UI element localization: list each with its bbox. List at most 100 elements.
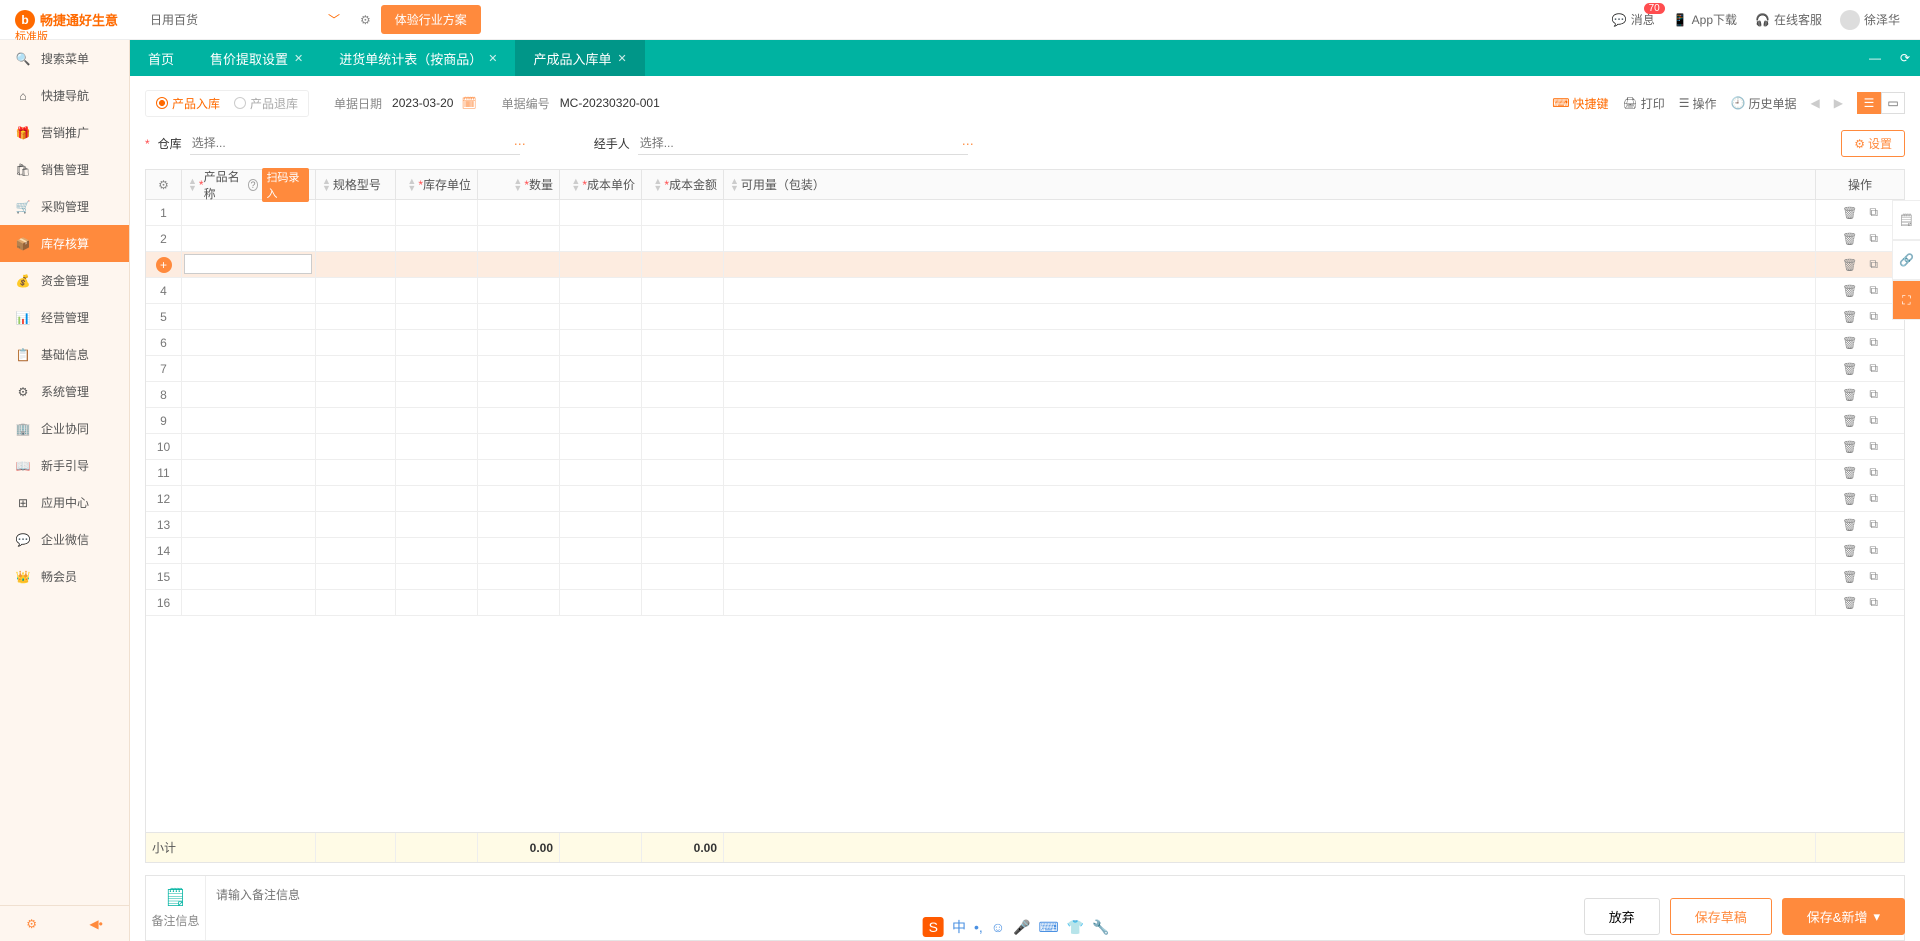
table-row[interactable]: 11 🗑 ⧉ — [146, 460, 1904, 486]
sidebar-item-4[interactable]: 🛒采购管理 — [0, 188, 129, 225]
calendar-icon[interactable]: 🗓 — [461, 96, 476, 110]
table-row[interactable]: 7 🗑 ⧉ — [146, 356, 1904, 382]
col-unit[interactable]: ▲▼ *库存单位 — [396, 170, 478, 199]
col-price[interactable]: ▲▼ *成本单价 — [560, 170, 642, 199]
sidebar-item-2[interactable]: 🎁营销推广 — [0, 114, 129, 151]
sidebar-item-5[interactable]: 📦库存核算 — [0, 225, 129, 262]
save-draft-button[interactable]: 保存草稿 — [1670, 898, 1772, 935]
copy-row-icon[interactable]: ⧉ — [1869, 439, 1878, 454]
sidebar-item-14[interactable]: 👑畅会员 — [0, 558, 129, 595]
help-icon[interactable]: ? — [248, 179, 259, 191]
history-button[interactable]: 🕘 历史单据 — [1731, 95, 1797, 112]
col-available[interactable]: ▲▼ 可用量（包装） — [724, 170, 1816, 199]
collapse-icon[interactable]: ◀• — [89, 917, 102, 931]
copy-row-icon[interactable]: ⧉ — [1869, 205, 1878, 220]
discard-button[interactable]: 放弃 — [1584, 898, 1660, 935]
table-row[interactable]: 6 🗑 ⧉ — [146, 330, 1904, 356]
save-new-button[interactable]: 保存&新增 ▾ — [1782, 898, 1905, 935]
float-expand-icon[interactable]: ⛶ — [1892, 280, 1920, 320]
tab-1[interactable]: 售价提取设置✕ — [192, 40, 321, 76]
delete-row-icon[interactable]: 🗑 — [1842, 362, 1857, 376]
delete-row-icon[interactable]: 🗑 — [1842, 310, 1857, 324]
sidebar-item-8[interactable]: 📋基础信息 — [0, 336, 129, 373]
sidebar-item-6[interactable]: 💰资金管理 — [0, 262, 129, 299]
delete-row-icon[interactable]: 🗑 — [1842, 388, 1857, 402]
table-row[interactable]: 16 🗑 ⧉ — [146, 590, 1904, 616]
table-row[interactable]: 10 🗑 ⧉ — [146, 434, 1904, 460]
close-icon[interactable]: ✕ — [618, 52, 627, 65]
table-row[interactable]: + 🗑 ⧉ — [146, 252, 1904, 278]
next-doc-button[interactable]: ▶ — [1834, 96, 1843, 110]
operate-button[interactable]: ☰ 操作 — [1679, 95, 1717, 112]
copy-row-icon[interactable]: ⧉ — [1869, 231, 1878, 246]
sidebar-item-9[interactable]: ⚙系统管理 — [0, 373, 129, 410]
tab-refresh-button[interactable]: ⟳ — [1890, 51, 1920, 65]
copy-row-icon[interactable]: ⧉ — [1869, 309, 1878, 324]
print-button[interactable]: 🖨 打印 — [1623, 95, 1665, 112]
tab-2[interactable]: 进货单统计表（按商品）✕ — [321, 40, 515, 76]
delete-row-icon[interactable]: 🗑 — [1842, 206, 1857, 220]
copy-row-icon[interactable]: ⧉ — [1869, 361, 1878, 376]
sidebar-item-12[interactable]: ⊞应用中心 — [0, 484, 129, 521]
radio-product-in[interactable]: 产品入库 — [156, 95, 220, 112]
copy-row-icon[interactable]: ⧉ — [1869, 517, 1878, 532]
copy-row-icon[interactable]: ⧉ — [1869, 465, 1878, 480]
delete-row-icon[interactable]: 🗑 — [1842, 570, 1857, 584]
warehouse-select[interactable] — [190, 132, 520, 155]
sidebar-item-7[interactable]: 📊经营管理 — [0, 299, 129, 336]
delete-row-icon[interactable]: 🗑 — [1842, 466, 1857, 480]
delete-row-icon[interactable]: 🗑 — [1842, 284, 1857, 298]
radio-product-return[interactable]: 产品退库 — [234, 95, 298, 112]
delete-row-icon[interactable]: 🗑 — [1842, 336, 1857, 350]
sidebar-item-3[interactable]: 🛍销售管理 — [0, 151, 129, 188]
delete-row-icon[interactable]: 🗑 — [1842, 232, 1857, 246]
gear-icon[interactable]: ⚙ — [360, 13, 371, 27]
sidebar-item-11[interactable]: 📖新手引导 — [0, 447, 129, 484]
add-row-icon[interactable]: + — [156, 257, 172, 273]
settings-icon[interactable]: ⚙ — [26, 917, 37, 931]
table-row[interactable]: 13 🗑 ⧉ — [146, 512, 1904, 538]
online-service-button[interactable]: 🎧 在线客服 — [1755, 11, 1822, 28]
column-setting-button[interactable]: ⚙ 设置 — [1841, 130, 1905, 157]
handler-more-icon[interactable]: ⋯ — [962, 137, 974, 151]
try-industry-button[interactable]: 体验行业方案 — [381, 5, 481, 34]
copy-row-icon[interactable]: ⧉ — [1869, 413, 1878, 428]
col-model[interactable]: ▲▼ 规格型号 — [316, 170, 396, 199]
copy-row-icon[interactable]: ⧉ — [1869, 335, 1878, 350]
prev-doc-button[interactable]: ◀ — [1811, 96, 1820, 110]
view-list-button[interactable]: ☰ — [1857, 92, 1881, 114]
copy-row-icon[interactable]: ⧉ — [1869, 569, 1878, 584]
product-name-input[interactable] — [184, 254, 312, 274]
close-icon[interactable]: ✕ — [488, 52, 497, 65]
tab-3[interactable]: 产成品入库单✕ — [515, 40, 644, 76]
messages-button[interactable]: 💬 消息 70 — [1612, 11, 1655, 28]
copy-row-icon[interactable]: ⧉ — [1869, 491, 1878, 506]
delete-row-icon[interactable]: 🗑 — [1842, 596, 1857, 610]
app-download-button[interactable]: 📱 App下载 — [1673, 11, 1737, 28]
table-row[interactable]: 2 🗑 ⧉ — [146, 226, 1904, 252]
handler-select[interactable] — [638, 132, 968, 155]
delete-row-icon[interactable]: 🗑 — [1842, 414, 1857, 428]
delete-row-icon[interactable]: 🗑 — [1842, 518, 1857, 532]
delete-row-icon[interactable]: 🗑 — [1842, 440, 1857, 454]
doc-date-value[interactable]: 2023-03-20 — [392, 96, 453, 110]
table-row[interactable]: 15 🗑 ⧉ — [146, 564, 1904, 590]
delete-row-icon[interactable]: 🗑 — [1842, 492, 1857, 506]
header-gear-icon[interactable]: ⚙ — [146, 170, 182, 199]
sidebar-item-0[interactable]: 🔍搜索菜单 — [0, 40, 129, 77]
close-icon[interactable]: ✕ — [294, 52, 303, 65]
table-row[interactable]: 4 🗑 ⧉ — [146, 278, 1904, 304]
float-note-icon[interactable]: 🗒 — [1892, 200, 1920, 240]
copy-row-icon[interactable]: ⧉ — [1869, 543, 1878, 558]
delete-row-icon[interactable]: 🗑 — [1842, 258, 1857, 272]
table-row[interactable]: 1 🗑 ⧉ — [146, 200, 1904, 226]
scan-entry-button[interactable]: 扫码录入 — [262, 168, 309, 202]
view-card-button[interactable]: ▭ — [1881, 92, 1905, 114]
tab-minimize-button[interactable]: — — [1860, 51, 1890, 65]
dept-selector[interactable]: 日用百货 ﹀ — [150, 11, 350, 28]
table-row[interactable]: 14 🗑 ⧉ — [146, 538, 1904, 564]
tab-0[interactable]: 首页 — [130, 40, 192, 76]
col-amount[interactable]: ▲▼ *成本金额 — [642, 170, 724, 199]
table-row[interactable]: 5 🗑 ⧉ — [146, 304, 1904, 330]
float-link-icon[interactable]: 🔗 — [1892, 240, 1920, 280]
